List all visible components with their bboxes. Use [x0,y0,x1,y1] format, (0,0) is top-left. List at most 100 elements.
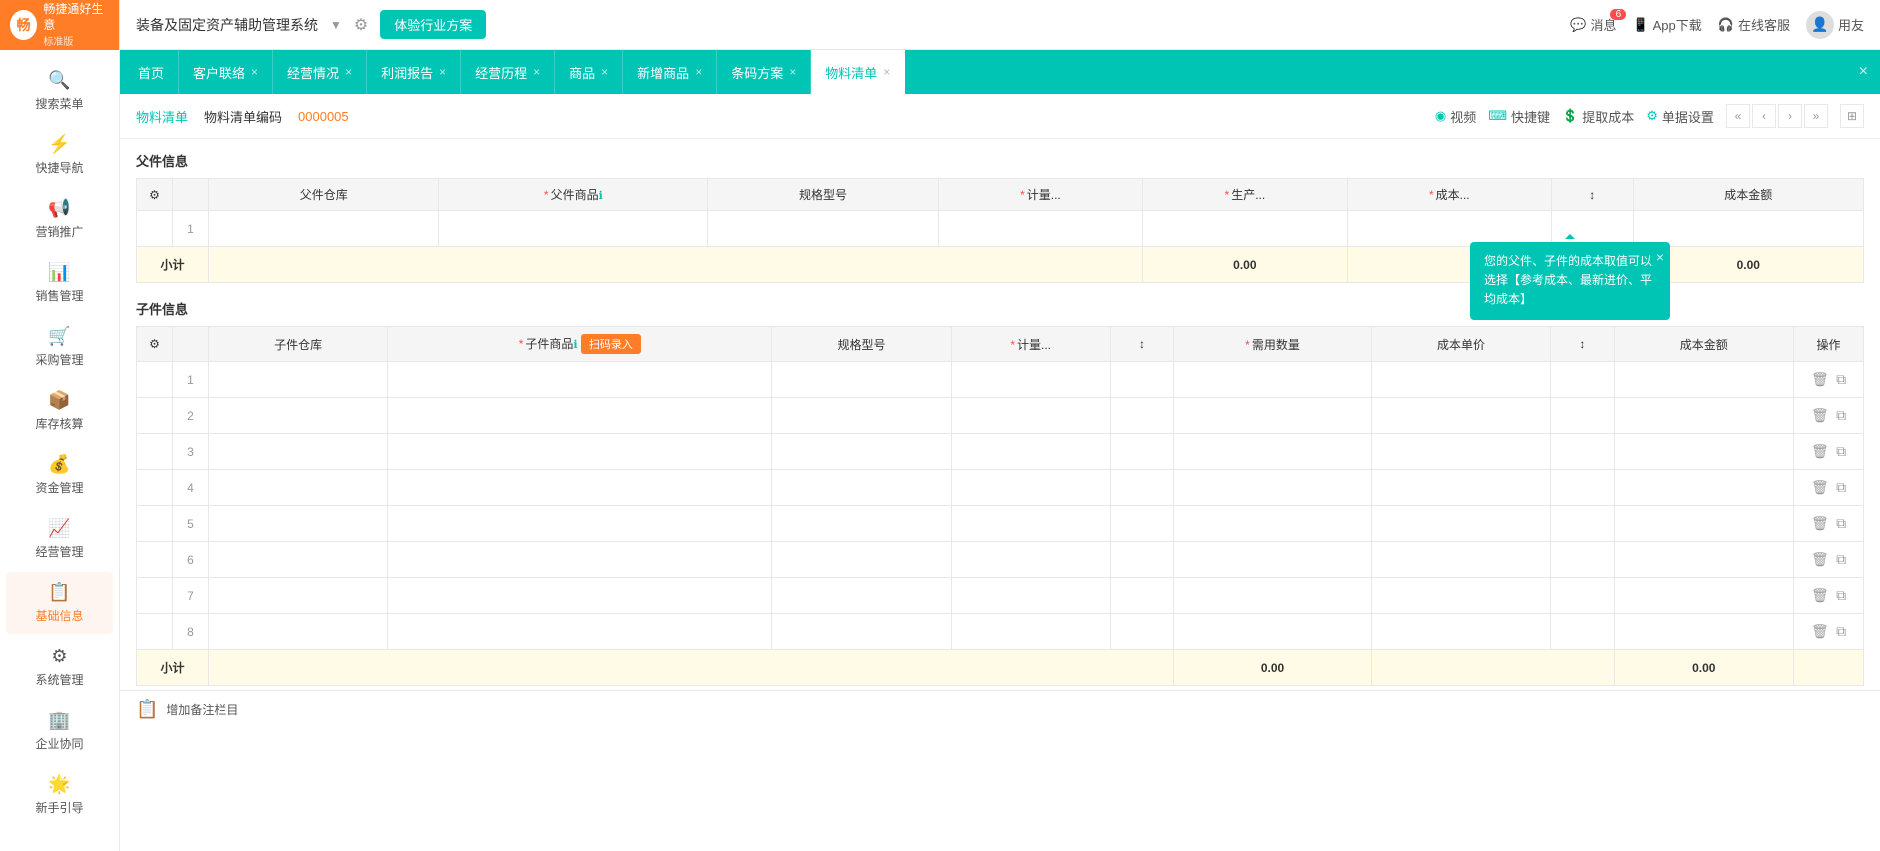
child-row-spec[interactable] [772,362,951,398]
sidebar-item-purchase[interactable]: 🛒 采购管理 [6,316,113,378]
view-action[interactable]: ◉ 视频 [1435,107,1476,126]
child-row-unit-cost[interactable] [1371,398,1550,434]
tab-barcode-close[interactable]: × [789,65,796,79]
tab-goods[interactable]: 商品 × [555,50,623,94]
child-row-warehouse[interactable] [209,506,388,542]
child-row-unit[interactable] [951,542,1110,578]
child-row-unit-cost[interactable] [1371,578,1550,614]
sidebar-item-marketing[interactable]: 📢 营销推广 [6,188,113,250]
delete-icon[interactable]: 🗑 [1811,623,1829,639]
sidebar-item-system[interactable]: ⚙ 系统管理 [6,636,113,698]
user-action[interactable]: 👤 用友 [1806,11,1864,39]
sidebar-item-operations[interactable]: 📈 经营管理 [6,508,113,570]
child-row-unit[interactable] [951,470,1110,506]
tab-operation-close[interactable]: × [345,65,352,79]
nav-first-button[interactable]: « [1726,104,1750,128]
child-row-unit[interactable] [951,434,1110,470]
child-row-goods[interactable] [388,506,772,542]
child-row-unit-cost[interactable] [1371,470,1550,506]
delete-icon[interactable]: 🗑 [1811,371,1829,387]
child-row-spec[interactable] [772,470,951,506]
tab-barcode[interactable]: 条码方案 × [717,50,811,94]
child-row-spec[interactable] [772,506,951,542]
child-row-quantity[interactable] [1174,470,1372,506]
child-row-warehouse[interactable] [209,614,388,650]
child-row-warehouse[interactable] [209,362,388,398]
child-row-goods[interactable] [388,398,772,434]
delete-icon[interactable]: 🗑 [1811,479,1829,495]
settings-action[interactable]: ⚙ 单据设置 [1646,107,1714,126]
child-row-warehouse[interactable] [209,398,388,434]
tab-goods-close[interactable]: × [601,65,608,79]
tab-bom-close[interactable]: × [883,65,890,79]
child-row-unit[interactable] [951,398,1110,434]
tab-profit-close[interactable]: × [439,65,446,79]
tab-home[interactable]: 首页 [124,50,179,94]
sidebar-item-enterprise[interactable]: 🏢 企业协同 [6,700,113,762]
message-action[interactable]: 💬 消息 6 [1570,15,1616,34]
tooltip-close[interactable]: × [1656,246,1664,268]
parent-row-spec[interactable] [708,211,938,247]
tab-add-goods[interactable]: 新增商品 × [623,50,717,94]
tab-add-goods-close[interactable]: × [695,65,702,79]
gear-icon[interactable]: ⚙ [354,15,368,35]
child-row-unit-cost[interactable] [1371,362,1550,398]
online-service-action[interactable]: 🎧 在线客服 [1718,15,1790,34]
sidebar-item-inventory[interactable]: 📦 库存核算 [6,380,113,442]
delete-icon[interactable]: 🗑 [1811,587,1829,603]
shortcut-action[interactable]: ⌨ 快捷键 [1488,107,1550,126]
system-dropdown-icon[interactable]: ▼ [330,18,342,32]
grid-view-button[interactable]: ⊞ [1840,104,1864,128]
tab-profit[interactable]: 利润报告 × [367,50,461,94]
tab-customer[interactable]: 客户联络 × [179,50,273,94]
copy-icon[interactable]: ⧉ [1836,551,1846,567]
sidebar-item-quicknav[interactable]: ⚡ 快捷导航 [6,124,113,186]
copy-icon[interactable]: ⧉ [1836,515,1846,531]
child-row-unit-cost[interactable] [1371,506,1550,542]
trial-button[interactable]: 体验行业方案 [380,10,486,39]
sidebar-item-search[interactable]: 🔍 搜索菜单 [6,60,113,122]
child-row-unit[interactable] [951,362,1110,398]
child-row-goods[interactable] [388,434,772,470]
child-row-goods[interactable] [388,614,772,650]
child-row-spec[interactable] [772,578,951,614]
parent-row-warehouse[interactable] [209,211,439,247]
copy-icon[interactable]: ⧉ [1836,443,1846,459]
copy-icon[interactable]: ⧉ [1836,479,1846,495]
tab-operation[interactable]: 经营情况 × [273,50,367,94]
child-row-quantity[interactable] [1174,362,1372,398]
delete-icon[interactable]: 🗑 [1811,551,1829,567]
child-row-unit-cost[interactable] [1371,434,1550,470]
child-row-unit-cost[interactable] [1371,542,1550,578]
child-row-quantity[interactable] [1174,434,1372,470]
child-row-goods[interactable] [388,470,772,506]
sidebar-item-sales[interactable]: 📊 销售管理 [6,252,113,314]
child-row-quantity[interactable] [1174,542,1372,578]
main-close-button[interactable]: × [1851,63,1876,81]
sidebar-item-finance[interactable]: 💰 资金管理 [6,444,113,506]
copy-icon[interactable]: ⧉ [1836,587,1846,603]
child-row-warehouse[interactable] [209,578,388,614]
parent-col-settings[interactable]: ⚙ [137,179,173,211]
child-row-spec[interactable] [772,434,951,470]
app-download-action[interactable]: 📱 App下载 [1632,15,1701,34]
tab-history-close[interactable]: × [533,65,540,79]
delete-icon[interactable]: 🗑 [1811,443,1829,459]
breadcrumb-bom[interactable]: 物料清单 [136,107,188,126]
child-col-settings[interactable]: ⚙ [137,327,173,362]
child-row-unit-cost[interactable] [1371,614,1550,650]
tab-customer-close[interactable]: × [251,65,258,79]
parent-row-unit[interactable] [938,211,1142,247]
child-row-spec[interactable] [772,542,951,578]
child-row-unit[interactable] [951,506,1110,542]
copy-icon[interactable]: ⧉ [1836,371,1846,387]
copy-icon[interactable]: ⧉ [1836,623,1846,639]
child-row-goods[interactable] [388,542,772,578]
nav-next-button[interactable]: › [1778,104,1802,128]
child-row-quantity[interactable] [1174,578,1372,614]
parent-row-production[interactable] [1143,211,1347,247]
child-row-goods[interactable] [388,362,772,398]
child-row-unit[interactable] [951,578,1110,614]
child-row-warehouse[interactable] [209,434,388,470]
child-row-quantity[interactable] [1174,614,1372,650]
